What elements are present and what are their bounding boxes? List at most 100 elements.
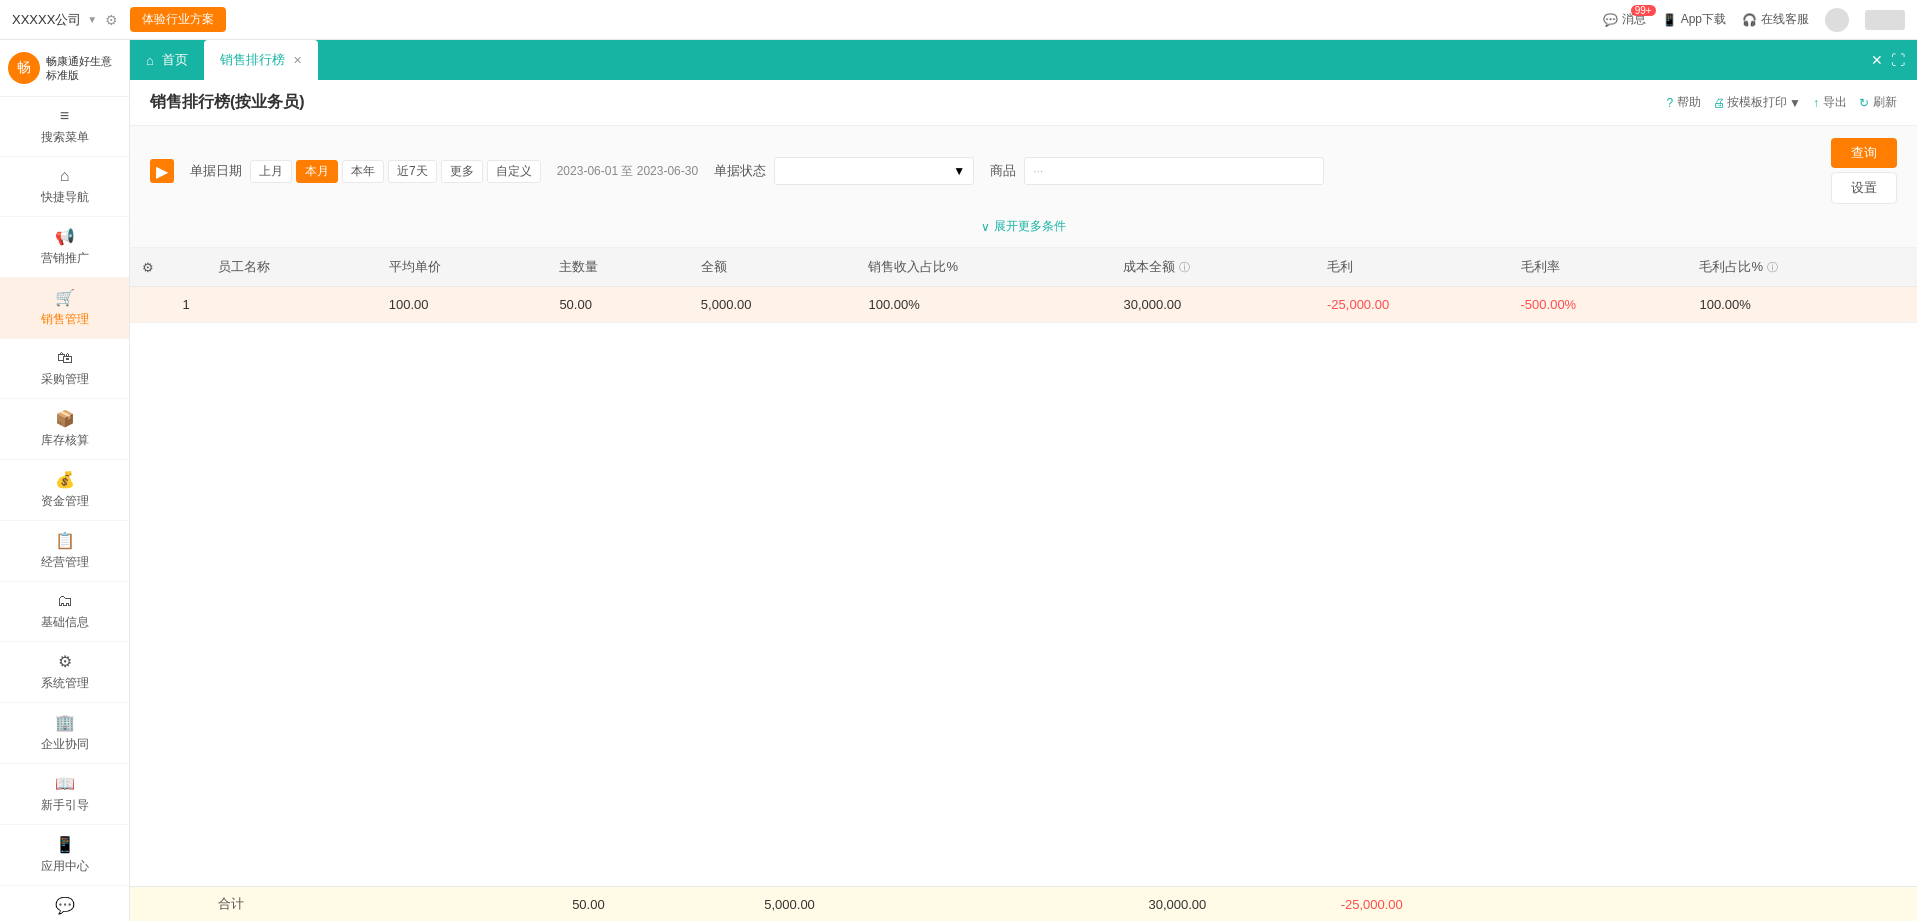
sidebar-item-enterprise-wechat[interactable]: 💬 企业微信 xyxy=(0,886,129,921)
export-label: 导出 xyxy=(1823,94,1847,111)
enterprise-collab-icon: 🏢 xyxy=(55,713,75,732)
sidebar-label-quick-nav: 快捷导航 xyxy=(41,189,89,206)
date-btn-custom[interactable]: 自定义 xyxy=(487,160,541,183)
ranking-table: ⚙ 员工名称 平均单价 主数量 全额 销售收入占比% 成本全额 ⓘ 毛利 xyxy=(130,248,1917,323)
filter-expand-arrow[interactable]: ▶ xyxy=(150,159,174,183)
tab-home[interactable]: ⌂ 首页 xyxy=(130,40,204,80)
row-gross-profit-cell: -25,000.00 xyxy=(1315,287,1509,323)
date-btn-7days[interactable]: 近7天 xyxy=(388,160,437,183)
help-button[interactable]: ? 帮助 xyxy=(1666,94,1701,111)
date-btn-last-month[interactable]: 上月 xyxy=(250,160,292,183)
goods-placeholder: ··· xyxy=(1033,164,1043,178)
filter-status: 单据状态 ▼ xyxy=(714,157,974,185)
search-order-icon: ≡ xyxy=(60,107,69,125)
sidebar-item-beginner[interactable]: 📖 新手引导 xyxy=(0,764,129,825)
status-select[interactable]: ▼ xyxy=(774,157,974,185)
col-header-main-qty: 主数量 xyxy=(547,248,688,287)
goods-input[interactable]: ··· xyxy=(1024,157,1324,185)
refresh-button[interactable]: ↻ 刷新 xyxy=(1859,94,1897,111)
purchase-icon: 🛍 xyxy=(57,349,73,367)
message-button[interactable]: 💬 消息 99+ xyxy=(1603,11,1646,28)
print-chevron-icon: ▼ xyxy=(1789,96,1801,110)
footer-main-qty: 50.00 xyxy=(560,897,752,912)
sidebar-label-inventory: 库存核算 xyxy=(41,432,89,449)
logo-icon: 畅 xyxy=(8,52,40,84)
export-button[interactable]: ↑ 导出 xyxy=(1813,94,1847,111)
query-button[interactable]: 查询 xyxy=(1831,138,1897,168)
username xyxy=(1865,10,1905,30)
row-employee-cell xyxy=(206,287,377,323)
date-btn-more[interactable]: 更多 xyxy=(441,160,483,183)
print-icon: 🖨 xyxy=(1713,96,1725,110)
inventory-icon: 📦 xyxy=(55,409,75,428)
tab-close-all-icon[interactable]: ✕ xyxy=(1871,52,1883,68)
sidebar-item-basic-info[interactable]: 🗂 基础信息 xyxy=(0,582,129,642)
online-service-button[interactable]: 🎧 在线客服 xyxy=(1742,11,1809,28)
goods-filter-label: 商品 xyxy=(990,162,1016,180)
footer-total-label: 合计 xyxy=(218,895,368,913)
date-btn-this-month[interactable]: 本月 xyxy=(296,160,338,183)
system-icon: ⚙ xyxy=(58,652,72,671)
tab-bar: ⌂ 首页 销售排行榜 ✕ ✕ ⛶ xyxy=(130,40,1917,80)
sidebar-item-marketing[interactable]: 📢 营销推广 xyxy=(0,217,129,278)
company-selector[interactable]: XXXXX公司 ▼ xyxy=(12,11,97,29)
content-area: ⌂ 首页 销售排行榜 ✕ ✕ ⛶ 销售排行榜(按业务员) ? 帮助 xyxy=(130,40,1917,921)
table-row: 1 100.00 50.00 5,000.00 100.00% 30,000.0… xyxy=(130,287,1917,323)
sidebar-logo: 畅 畅康通好生意 标准版 xyxy=(0,40,129,97)
cost-info-icon[interactable]: ⓘ xyxy=(1179,261,1190,273)
tab-close-icon[interactable]: ✕ xyxy=(293,54,302,67)
sidebar-item-purchase[interactable]: 🛍 采购管理 xyxy=(0,339,129,399)
gear-icon[interactable]: ⚙ xyxy=(105,12,118,28)
app-center-icon: 📱 xyxy=(55,835,75,854)
avatar[interactable] xyxy=(1825,8,1849,32)
trial-button[interactable]: 体验行业方案 xyxy=(130,7,226,32)
table-settings-button[interactable]: 设置 xyxy=(1831,172,1897,204)
column-settings-icon[interactable]: ⚙ xyxy=(142,260,154,275)
sidebar-item-enterprise-collab[interactable]: 🏢 企业协同 xyxy=(0,703,129,764)
query-area: 查询 设置 xyxy=(1831,138,1897,204)
filter-area: ▶ 单据日期 上月 本月 本年 近7天 更多 自定义 2023-06 xyxy=(130,126,1917,248)
print-button[interactable]: 🖨 按模板打印 ▼ xyxy=(1713,94,1801,111)
refresh-icon: ↻ xyxy=(1859,96,1869,110)
gross-pct-info-icon[interactable]: ⓘ xyxy=(1767,261,1778,273)
status-chevron-icon: ▼ xyxy=(953,164,965,178)
sidebar-label-beginner: 新手引导 xyxy=(41,797,89,814)
sidebar-item-quick-nav[interactable]: ⌂ 快捷导航 xyxy=(0,157,129,217)
sidebar-item-app-center[interactable]: 📱 应用中心 xyxy=(0,825,129,886)
table-header-row: ⚙ 员工名称 平均单价 主数量 全额 销售收入占比% 成本全额 ⓘ 毛利 xyxy=(130,248,1917,287)
page-content: 销售排行榜(按业务员) ? 帮助 🖨 按模板打印 ▼ ↑ 导出 xyxy=(130,80,1917,921)
filter-row-1: ▶ 单据日期 上月 本月 本年 近7天 更多 自定义 2023-06 xyxy=(150,138,1897,204)
tab-expand-icon[interactable]: ⛶ xyxy=(1891,52,1905,68)
beginner-icon: 📖 xyxy=(55,774,75,793)
phone-icon: 📱 xyxy=(1662,13,1677,27)
sidebar-item-sales[interactable]: 🛒 销售管理 xyxy=(0,278,129,339)
expand-more-button[interactable]: ∨ 展开更多条件 xyxy=(981,218,1066,235)
basic-info-icon: 🗂 xyxy=(57,592,73,610)
headset-icon: 🎧 xyxy=(1742,13,1757,27)
sidebar: 畅 畅康通好生意 标准版 ≡ 搜索菜单 ⌂ 快捷导航 📢 营销推广 🛒 销售管理… xyxy=(0,40,130,921)
page-header: 销售排行榜(按业务员) ? 帮助 🖨 按模板打印 ▼ ↑ 导出 xyxy=(130,80,1917,126)
sidebar-label-operation: 经营管理 xyxy=(41,554,89,571)
app-download-button[interactable]: 📱 App下载 xyxy=(1662,11,1726,28)
finance-icon: 💰 xyxy=(55,470,75,489)
sidebar-item-search-order[interactable]: ≡ 搜索菜单 xyxy=(0,97,129,157)
sidebar-item-system[interactable]: ⚙ 系统管理 xyxy=(0,642,129,703)
filter-date: 单据日期 上月 本月 本年 近7天 更多 自定义 xyxy=(190,160,541,183)
chevron-down-icon: ▼ xyxy=(87,14,97,25)
logo-text: 畅康通好生意 标准版 xyxy=(46,54,112,83)
table-area: ⚙ 员工名称 平均单价 主数量 全额 销售收入占比% 成本全额 ⓘ 毛利 xyxy=(130,248,1917,886)
row-sales-pct-cell: 100.00% xyxy=(856,287,1111,323)
col-header-sales-pct: 销售收入占比% xyxy=(856,248,1111,287)
sidebar-item-inventory[interactable]: 📦 库存核算 xyxy=(0,399,129,460)
date-btn-this-year[interactable]: 本年 xyxy=(342,160,384,183)
sidebar-item-finance[interactable]: 💰 资金管理 xyxy=(0,460,129,521)
sidebar-label-finance: 资金管理 xyxy=(41,493,89,510)
tab-sales-ranking[interactable]: 销售排行榜 ✕ xyxy=(204,40,318,80)
sidebar-item-operation[interactable]: 📋 经营管理 xyxy=(0,521,129,582)
row-main-qty-cell: 50.00 xyxy=(547,287,688,323)
footer-amount: 5,000.00 xyxy=(752,897,944,912)
marketing-icon: 📢 xyxy=(55,227,75,246)
sidebar-label-app-center: 应用中心 xyxy=(41,858,89,875)
sidebar-label-system: 系统管理 xyxy=(41,675,89,692)
chevron-down-more-icon: ∨ xyxy=(981,220,990,234)
